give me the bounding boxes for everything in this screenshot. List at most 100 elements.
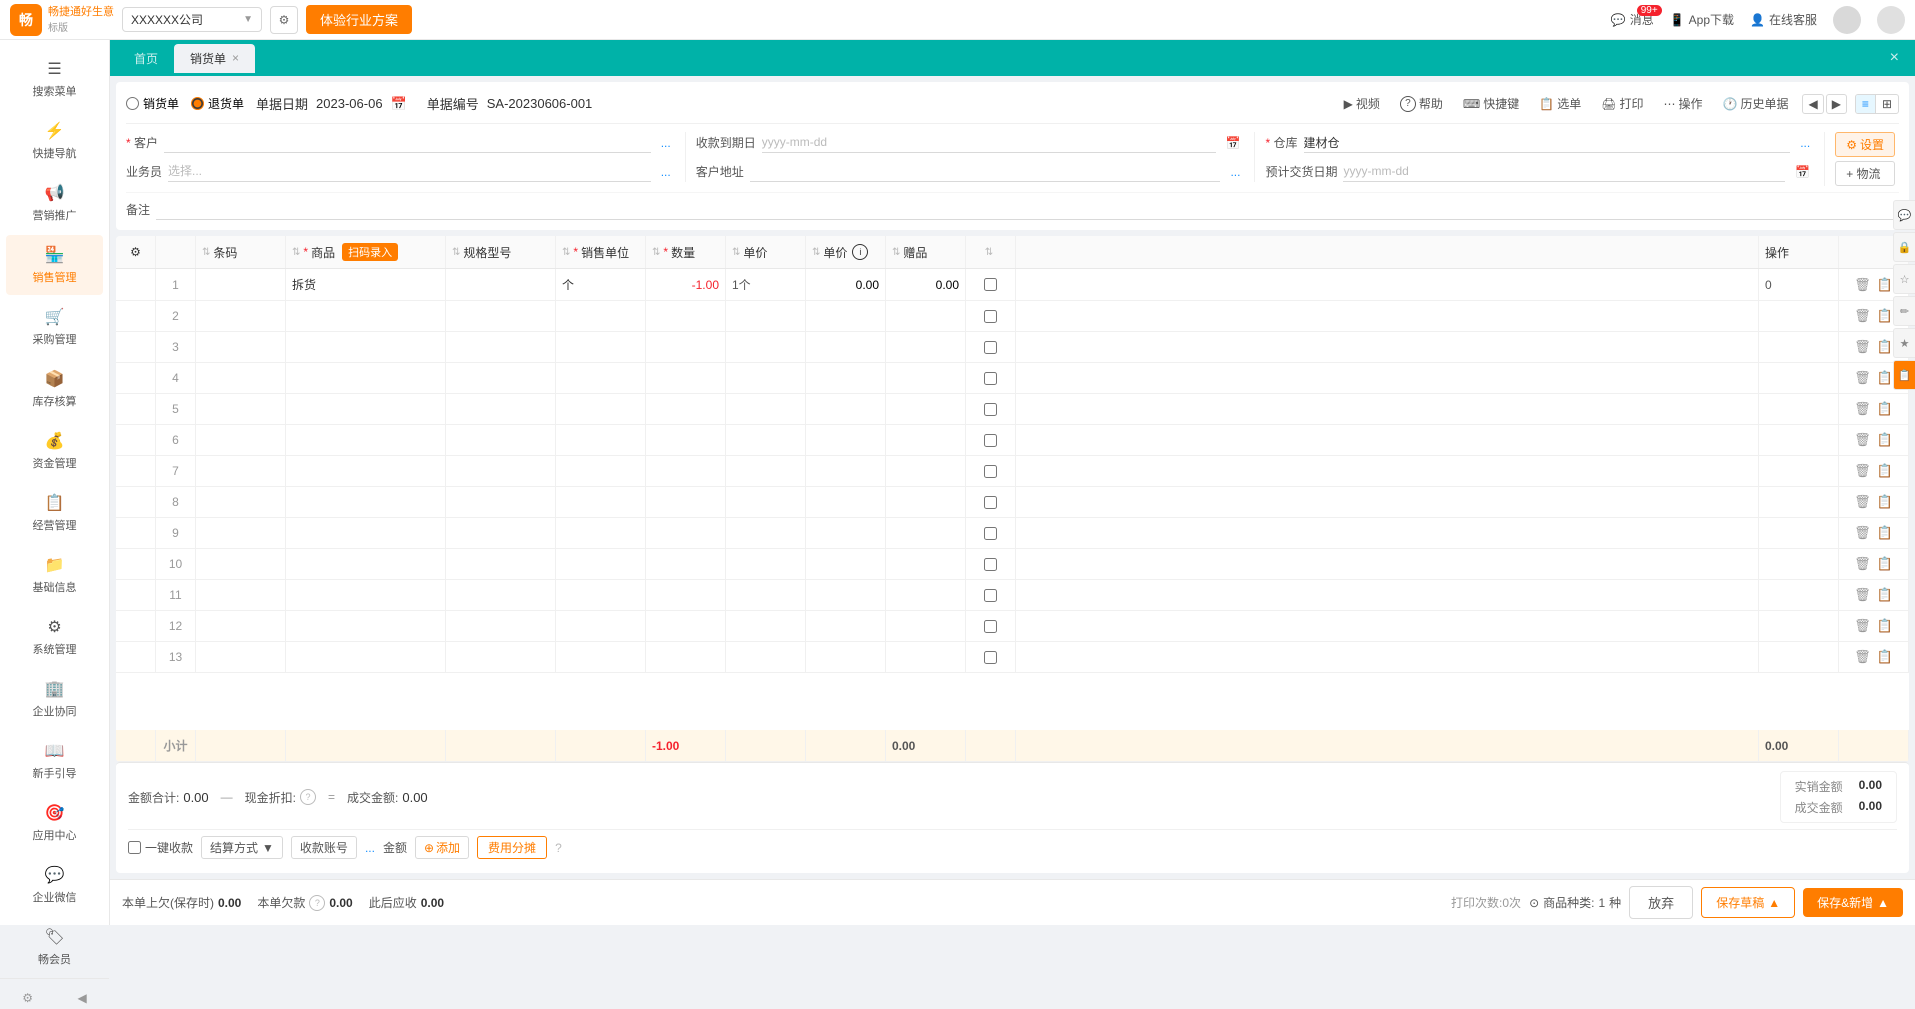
price-info-icon[interactable]: i [852, 244, 868, 260]
row-barcode[interactable] [196, 549, 286, 579]
row-price[interactable] [806, 549, 886, 579]
copy-icon[interactable]: 📋 [1877, 339, 1893, 355]
row-unit[interactable] [556, 363, 646, 393]
row-pkgqty[interactable] [726, 642, 806, 672]
copy-icon[interactable]: 📋 [1877, 556, 1893, 572]
row-product[interactable] [286, 611, 446, 641]
row-unit[interactable] [556, 332, 646, 362]
view-list-button[interactable]: ≡ [1856, 95, 1876, 113]
radio-return-input[interactable] [191, 97, 204, 110]
delete-icon[interactable]: 🗑 [1854, 339, 1871, 355]
row-product[interactable] [286, 518, 446, 548]
row-barcode[interactable] [196, 487, 286, 517]
row-note[interactable] [1016, 549, 1759, 579]
row-barcode[interactable] [196, 363, 286, 393]
th-config[interactable]: ⚙ [116, 236, 156, 268]
row-qty[interactable] [646, 363, 726, 393]
row-amount[interactable] [886, 332, 966, 362]
row-amount[interactable] [886, 456, 966, 486]
row-unit[interactable] [556, 580, 646, 610]
copy-icon[interactable]: 📋 [1877, 525, 1893, 541]
sidebar-settings-icon[interactable]: ⚙ [22, 991, 33, 1005]
row-qty[interactable] [646, 425, 726, 455]
next-arrow-button[interactable]: ▶ [1826, 94, 1847, 114]
row-amount[interactable] [886, 269, 966, 300]
sidebar-item-wechat[interactable]: 💬 企业微信 [6, 855, 103, 915]
settings-icon[interactable]: ⚙ [270, 6, 298, 34]
row-amount[interactable] [886, 549, 966, 579]
copy-icon[interactable]: 📋 [1877, 618, 1893, 634]
row-unit[interactable] [556, 425, 646, 455]
sidebar-item-inventory[interactable]: 📦 库存核算 [6, 359, 103, 419]
row-amount[interactable] [886, 580, 966, 610]
row-qty[interactable] [646, 394, 726, 424]
account-select[interactable]: 收款账号 [291, 836, 357, 859]
row-pkgqty[interactable] [726, 611, 806, 641]
delete-icon[interactable]: 🗑 [1854, 401, 1871, 417]
row-qty[interactable] [646, 456, 726, 486]
row-price[interactable] [806, 611, 886, 641]
row-price[interactable] [806, 487, 886, 517]
row-note[interactable] [1016, 425, 1759, 455]
row-pkgqty[interactable] [726, 363, 806, 393]
row-unit[interactable] [556, 394, 646, 424]
sidebar-item-system[interactable]: ⚙ 系统管理 [6, 607, 103, 667]
row-product[interactable] [286, 487, 446, 517]
row-gift[interactable] [966, 425, 1016, 455]
row-price[interactable] [806, 580, 886, 610]
row-product[interactable] [286, 642, 446, 672]
row-qty[interactable] [646, 269, 726, 300]
row-note[interactable] [1016, 363, 1759, 393]
row-amount[interactable] [886, 487, 966, 517]
row-note[interactable] [1016, 332, 1759, 362]
row-pkgqty[interactable] [726, 549, 806, 579]
row-price[interactable] [806, 269, 886, 300]
copy-icon[interactable]: 📋 [1877, 463, 1893, 479]
row-note[interactable] [1016, 642, 1759, 672]
scan-button[interactable]: 扫码录入 [342, 243, 398, 261]
settlement-select[interactable]: 结算方式 ▼ [201, 836, 283, 859]
row-gift[interactable] [966, 580, 1016, 610]
row-spec[interactable] [446, 269, 556, 300]
row-amount[interactable] [886, 642, 966, 672]
help-button[interactable]: ? 帮助 [1394, 92, 1449, 115]
salesperson-input[interactable] [168, 161, 651, 182]
discount-info-icon[interactable]: ? [300, 789, 316, 805]
delete-icon[interactable]: 🗑 [1854, 494, 1871, 510]
row-pkgqty[interactable] [726, 518, 806, 548]
sidebar-item-apps[interactable]: 🎯 应用中心 [6, 793, 103, 853]
tab-close-icon[interactable]: × [232, 51, 239, 65]
row-product[interactable] [286, 363, 446, 393]
radio-sales-label[interactable]: 销货单 [126, 95, 179, 112]
add-button[interactable]: ⊕ 添加 [415, 836, 469, 859]
delete-icon[interactable]: 🗑 [1854, 649, 1871, 665]
prev-arrow-button[interactable]: ◀ [1802, 94, 1823, 114]
customer-ellipsis-icon[interactable]: ... [657, 136, 675, 150]
row-unit[interactable] [556, 456, 646, 486]
calendar-icon[interactable]: 📅 [391, 96, 407, 112]
product-kind-icon[interactable]: ⊙ [1529, 896, 1539, 910]
copy-icon[interactable]: 📋 [1877, 587, 1893, 603]
delete-icon[interactable]: 🗑 [1854, 370, 1871, 386]
row-product[interactable] [286, 301, 446, 331]
rf-message-button[interactable]: 💬 [1893, 200, 1915, 230]
row-qty[interactable] [646, 549, 726, 579]
delete-icon[interactable]: 🗑 [1854, 432, 1871, 448]
row-unit[interactable]: 个 [556, 269, 646, 300]
delete-icon[interactable]: 🗑 [1854, 308, 1871, 324]
tab-sales-order[interactable]: 销货单 × [174, 44, 255, 73]
row-price[interactable] [806, 425, 886, 455]
sidebar-item-member[interactable]: 🏷 畅会员 [6, 917, 103, 977]
row-gift[interactable] [966, 611, 1016, 641]
address-ellipsis-icon[interactable]: ... [1226, 165, 1244, 179]
row-product[interactable] [286, 456, 446, 486]
row-amount[interactable] [886, 611, 966, 641]
row-gift[interactable] [966, 487, 1016, 517]
row-note[interactable] [1016, 456, 1759, 486]
operate-button[interactable]: ⋯ 操作 [1657, 92, 1708, 115]
message-button[interactable]: 💬 消息 99+ [1611, 11, 1654, 28]
row-unit[interactable] [556, 301, 646, 331]
company-selector[interactable]: XXXXXX公司 ▼ [122, 7, 262, 32]
delete-icon[interactable]: 🗑 [1854, 618, 1871, 634]
sidebar-item-purchase[interactable]: 🛒 采购管理 [6, 297, 103, 357]
